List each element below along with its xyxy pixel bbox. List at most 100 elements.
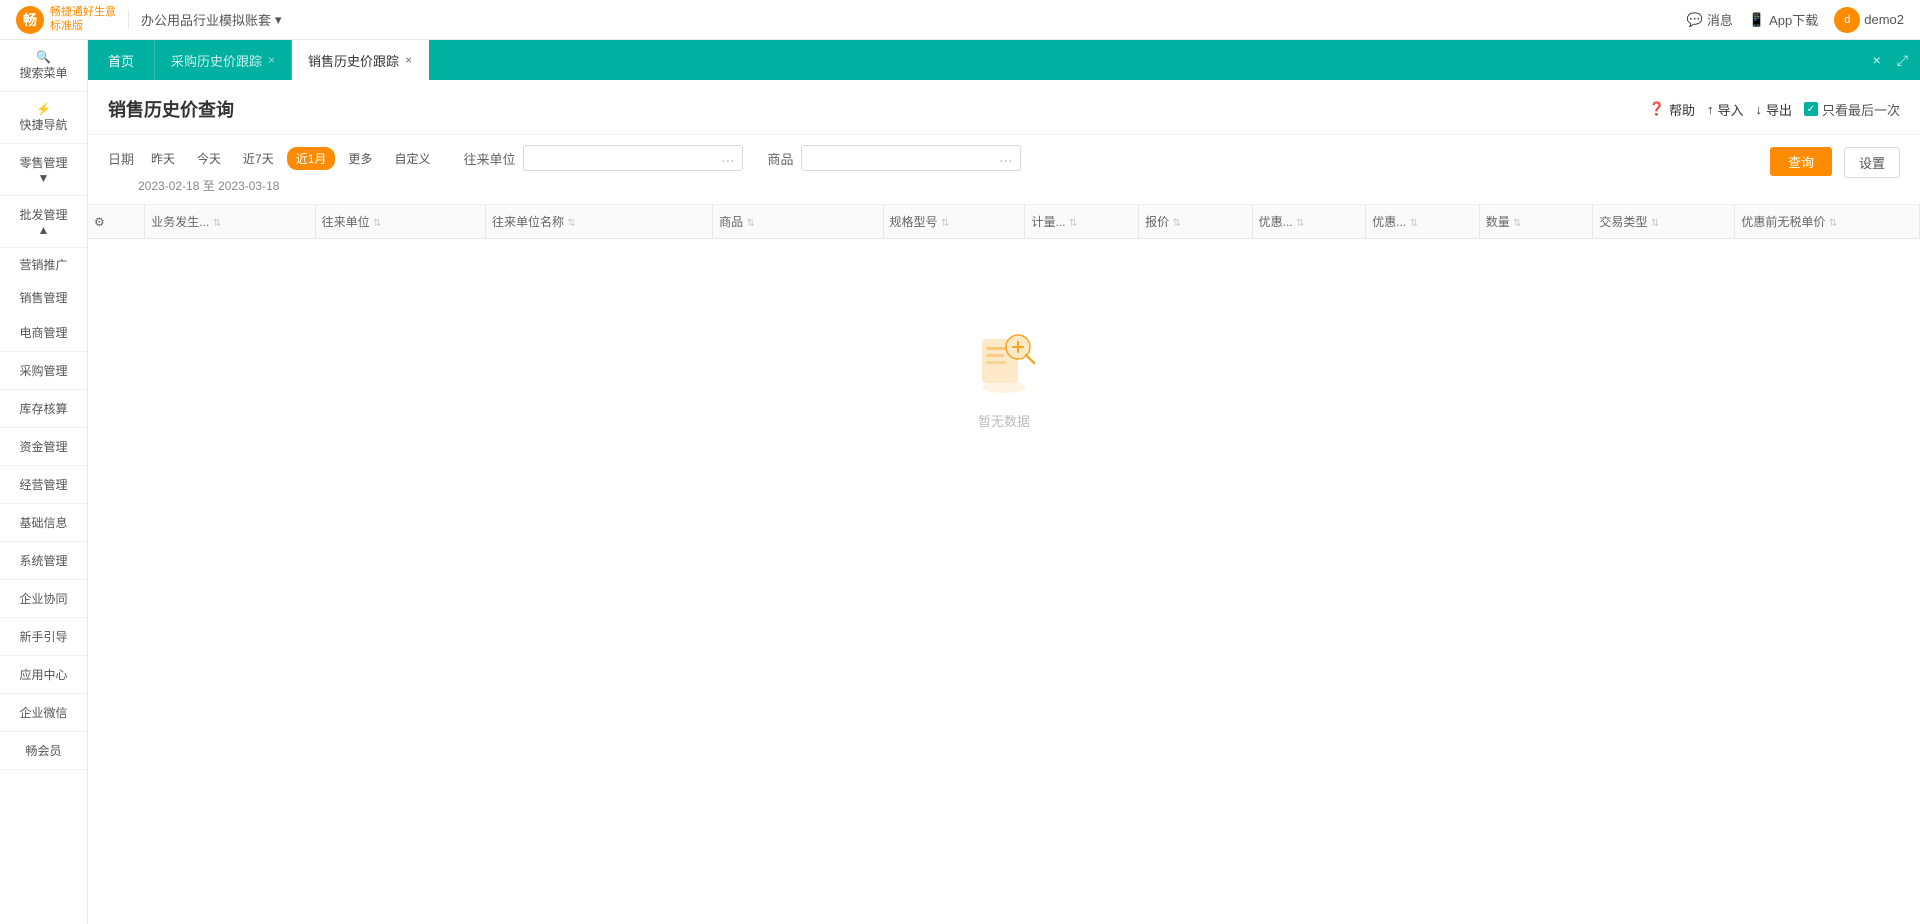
- app-selector[interactable]: 办公用品行业模拟账套 ▾: [128, 10, 282, 29]
- date-btn-yesterday[interactable]: 昨天: [142, 147, 184, 170]
- sidebar-item-enterprise[interactable]: 企业协同: [0, 580, 87, 618]
- tab-close-purchase[interactable]: ×: [268, 53, 275, 67]
- tab-purchase-history[interactable]: 采购历史价跟踪 ×: [155, 40, 292, 80]
- tab-home[interactable]: 首页: [88, 40, 155, 80]
- help-button[interactable]: ❓ 帮助: [1649, 100, 1695, 119]
- empty-icon: [964, 319, 1044, 399]
- sort-icon-product: ⇅: [747, 218, 755, 229]
- col-product[interactable]: 商品 ⇅: [713, 205, 883, 239]
- tab-close-sales[interactable]: ×: [405, 53, 412, 67]
- col-discount1[interactable]: 优惠... ⇅: [1252, 205, 1366, 239]
- table-header-row: ⚙ 业务发生... ⇅ 往来单位 ⇅: [88, 205, 1920, 239]
- counterpart-text-input[interactable]: [532, 151, 721, 166]
- content-area: 首页 采购历史价跟踪 × 销售历史价跟踪 × × ⤢: [88, 40, 1920, 924]
- table-area: ⚙ 业务发生... ⇅ 往来单位 ⇅: [88, 205, 1920, 510]
- col-quantity[interactable]: 数量 ⇅: [1479, 205, 1593, 239]
- page-header: 销售历史价查询 ❓ 帮助 ↑ 导入 ↓ 导出: [88, 80, 1920, 135]
- col-pre-tax-price[interactable]: 优惠前无税单价 ⇅: [1735, 205, 1920, 239]
- sidebar-item-search-menu[interactable]: 🔍 搜索菜单: [0, 40, 87, 92]
- sidebar-item-marketing[interactable]: 营销推广: [0, 248, 87, 281]
- sort-icon-unit: ⇅: [1069, 218, 1077, 229]
- sidebar-item-wholesale-mgmt[interactable]: 批发管理 ▲: [0, 196, 87, 248]
- col-counterpart-name[interactable]: 往来单位名称 ⇅: [486, 205, 713, 239]
- page-content: 销售历史价查询 ❓ 帮助 ↑ 导入 ↓ 导出: [88, 80, 1920, 924]
- search-icon: 🔍: [4, 50, 83, 64]
- product-input[interactable]: ...: [801, 145, 1021, 171]
- counterpart-input[interactable]: ...: [523, 145, 743, 171]
- date-filter-label: 日期: [108, 149, 134, 168]
- settings-button[interactable]: 设置: [1844, 147, 1900, 178]
- sidebar-item-inventory[interactable]: 库存核算: [0, 390, 87, 428]
- date-filter-group: 日期 昨天 今天 近7天 近1月 更多 自定义: [108, 147, 439, 170]
- collapse-icon: ▲: [38, 223, 50, 237]
- sidebar-item-vip[interactable]: 畅会员: [0, 732, 87, 770]
- app-download-button[interactable]: 📱 App下载: [1749, 10, 1818, 29]
- user-menu[interactable]: d demo2: [1834, 7, 1904, 33]
- sidebar-item-finance[interactable]: 资金管理: [0, 428, 87, 466]
- sidebar-item-basic-info[interactable]: 基础信息: [0, 504, 87, 542]
- col-biz-date[interactable]: 业务发生... ⇅: [145, 205, 315, 239]
- sidebar-item-quick-nav[interactable]: ⚡ 快捷导航: [0, 92, 87, 144]
- main-body: 🔍 搜索菜单 ⚡ 快捷导航 零售管理 ▼ 批发管理 ▲ 营销推广 销售管理: [0, 40, 1920, 924]
- col-unit[interactable]: 计量... ⇅: [1025, 205, 1139, 239]
- sort-icon-biz-date: ⇅: [213, 218, 221, 229]
- tab-close-all-button[interactable]: ×: [1869, 48, 1885, 72]
- export-button[interactable]: ↓ 导出: [1755, 100, 1792, 119]
- logo-icon: 畅: [16, 6, 44, 34]
- col-gear[interactable]: ⚙: [88, 205, 145, 239]
- sort-icon-trade-type: ⇅: [1651, 218, 1659, 229]
- col-spec[interactable]: 规格型号 ⇅: [883, 205, 1025, 239]
- download-icon: 📱: [1749, 12, 1765, 28]
- empty-state: 暂无数据: [88, 239, 1920, 510]
- col-counterpart-code[interactable]: 往来单位 ⇅: [315, 205, 485, 239]
- date-buttons: 昨天 今天 近7天 近1月 更多 自定义: [142, 147, 439, 170]
- product-dots-icon[interactable]: ...: [999, 149, 1012, 167]
- col-discount2[interactable]: 优惠... ⇅: [1366, 205, 1480, 239]
- data-table: ⚙ 业务发生... ⇅ 往来单位 ⇅: [88, 205, 1920, 239]
- tab-bar: 首页 采购历史价跟踪 × 销售历史价跟踪 × × ⤢: [88, 40, 1920, 80]
- sidebar-item-enterprise-wechat[interactable]: 企业微信: [0, 694, 87, 732]
- date-btn-more[interactable]: 更多: [339, 147, 381, 170]
- sidebar: 🔍 搜索菜单 ⚡ 快捷导航 零售管理 ▼ 批发管理 ▲ 营销推广 销售管理: [0, 40, 88, 924]
- product-label: 商品: [767, 149, 793, 168]
- chevron-down-icon: ▾: [275, 12, 282, 28]
- filter-right: 查询 设置: [1770, 145, 1900, 178]
- date-btn-last7[interactable]: 近7天: [234, 147, 283, 170]
- expand-icon: ▼: [38, 171, 50, 185]
- sidebar-item-newcomer[interactable]: 新手引导: [0, 618, 87, 656]
- tab-sales-history[interactable]: 销售历史价跟踪 ×: [292, 40, 429, 80]
- empty-text: 暂无数据: [978, 411, 1030, 430]
- sort-icon-pre-tax-price: ⇅: [1829, 218, 1837, 229]
- sidebar-item-purchase[interactable]: 采购管理: [0, 352, 87, 390]
- counterpart-filter-group: 往来单位 ...: [463, 145, 743, 171]
- date-btn-custom[interactable]: 自定义: [385, 147, 439, 170]
- product-filter-group: 商品 ...: [767, 145, 1021, 171]
- message-button[interactable]: 💬 消息: [1687, 10, 1733, 29]
- page-title: 销售历史价查询: [108, 96, 234, 122]
- sidebar-item-app-center[interactable]: 应用中心: [0, 656, 87, 694]
- sidebar-item-system[interactable]: 系统管理: [0, 542, 87, 580]
- only-last-checkbox[interactable]: ✓: [1804, 102, 1818, 116]
- sort-icon-spec: ⇅: [941, 218, 949, 229]
- date-btn-today[interactable]: 今天: [188, 147, 230, 170]
- col-quote[interactable]: 报价 ⇅: [1139, 205, 1253, 239]
- col-trade-type[interactable]: 交易类型 ⇅: [1593, 205, 1735, 239]
- sidebar-item-sales-mgmt[interactable]: 销售管理: [0, 281, 87, 314]
- sidebar-item-retail-mgmt[interactable]: 零售管理 ▼: [0, 144, 87, 196]
- tab-expand-button[interactable]: ⤢: [1893, 48, 1912, 73]
- avatar: d: [1834, 7, 1860, 33]
- sidebar-item-ecommerce[interactable]: 电商管理: [0, 314, 87, 352]
- product-text-input[interactable]: [810, 151, 999, 166]
- sort-icon-counterpart-name: ⇅: [567, 218, 575, 229]
- query-button[interactable]: 查询: [1770, 147, 1832, 176]
- message-icon: 💬: [1687, 12, 1703, 28]
- logo-area: 畅 畅捷通好生意 标准版: [16, 6, 116, 34]
- counterpart-dots-icon[interactable]: ...: [721, 149, 734, 167]
- import-button[interactable]: ↑ 导入: [1707, 100, 1744, 119]
- sort-icon-discount1: ⇅: [1296, 218, 1304, 229]
- top-bar: 畅 畅捷通好生意 标准版 办公用品行业模拟账套 ▾ 💬 消息 📱 App下载: [0, 0, 1920, 40]
- sort-icon-quantity: ⇅: [1513, 218, 1521, 229]
- date-btn-last1m[interactable]: 近1月: [287, 147, 336, 170]
- sidebar-item-operations[interactable]: 经营管理: [0, 466, 87, 504]
- only-last-checkbox-area[interactable]: ✓ 只看最后一次: [1804, 100, 1900, 119]
